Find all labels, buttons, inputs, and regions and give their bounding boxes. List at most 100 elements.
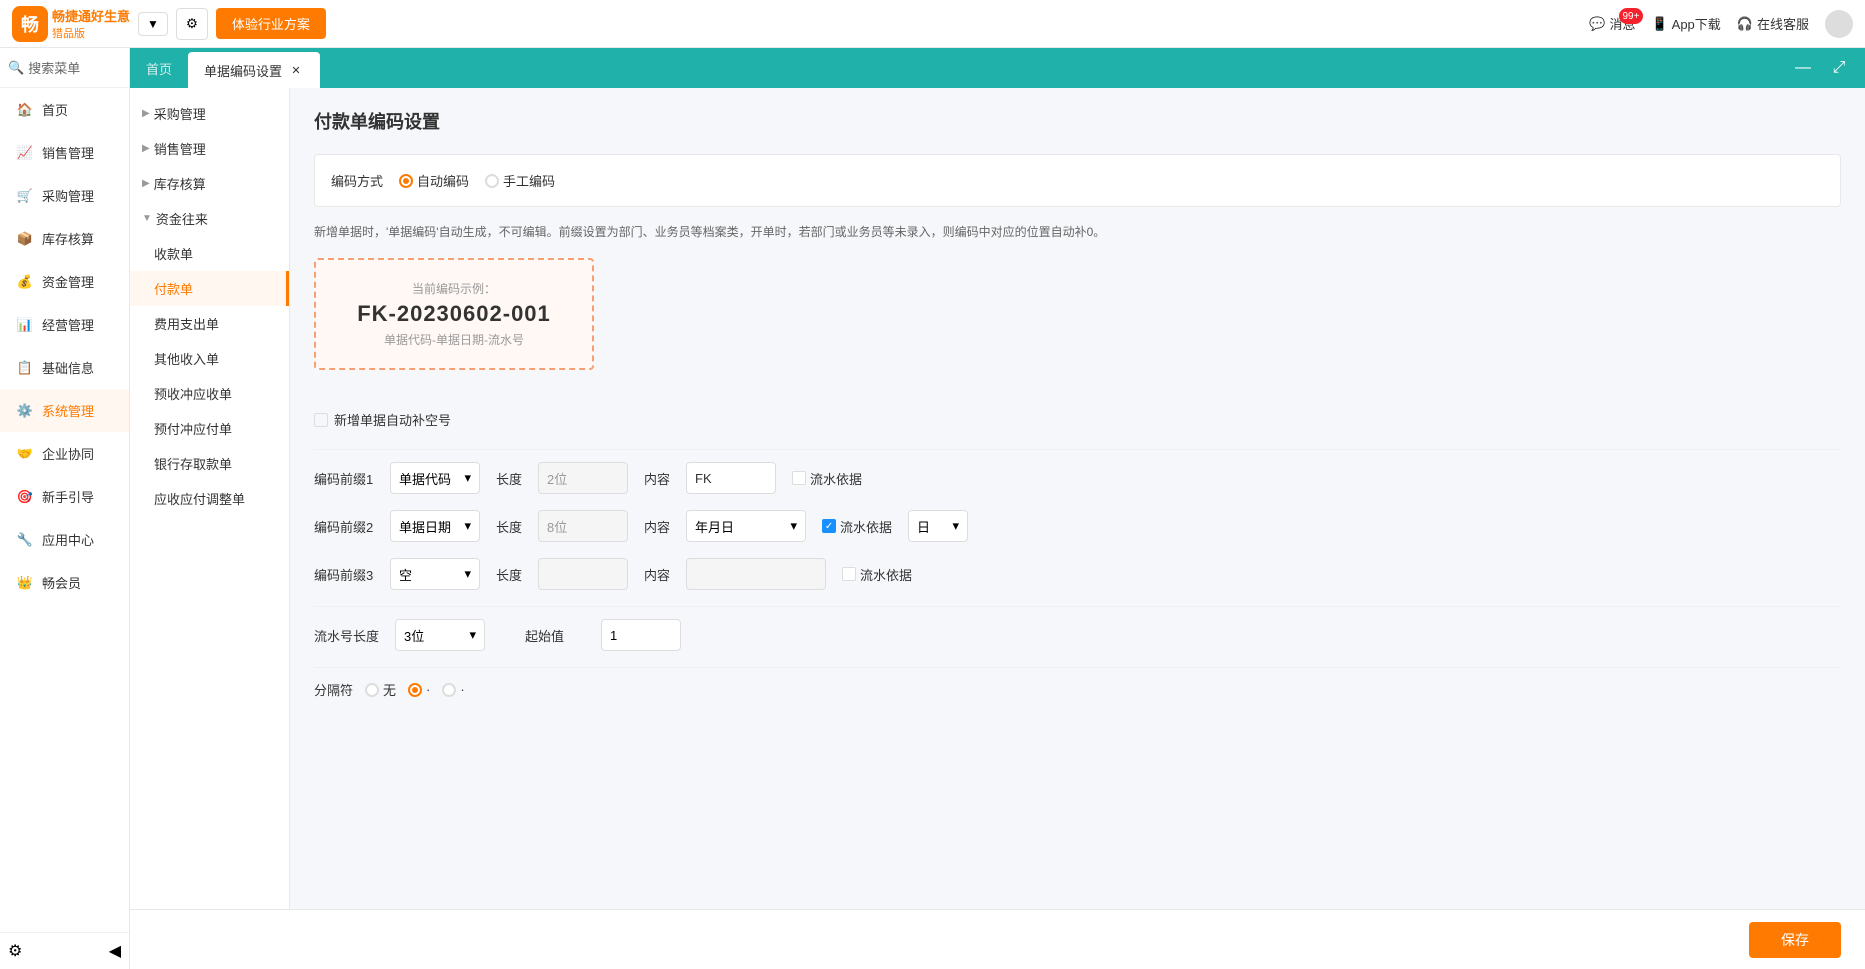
prefix3-serial-checkbox[interactable]: 流水依据	[842, 565, 912, 584]
purchase-icon: 🛒	[16, 187, 34, 205]
prefix2-serial-unit-select[interactable]: 日 ▾	[908, 510, 968, 542]
operations-icon: 📊	[16, 316, 34, 334]
sidebar-item-home[interactable]: 🏠 首页	[0, 88, 129, 131]
current-code-label: 当前编码示例：	[336, 280, 572, 297]
prefix3-length-input	[538, 558, 628, 590]
sidebar-item-inventory[interactable]: 📦 库存核算	[0, 217, 129, 260]
submenu-group-sales: ▶ 销售管理	[130, 131, 289, 166]
prefix1-select[interactable]: 单据代码 ▾	[390, 462, 480, 494]
separator-dash-btn[interactable]	[442, 683, 456, 697]
sidebar-item-enterprise[interactable]: 🤝 企业协同	[0, 432, 129, 475]
code-preview-main: FK-20230602-001	[336, 301, 572, 327]
separator-none-radio[interactable]: 无	[365, 680, 396, 699]
sidebar-item-basic-info[interactable]: 📋 基础信息	[0, 346, 129, 389]
coding-method-row: 编码方式 自动编码 手工编码	[331, 171, 1824, 190]
auto-code-radio-btn[interactable]	[399, 174, 413, 188]
submenu-group-inventory-title[interactable]: ▶ 库存核算	[130, 166, 289, 201]
tab-code-settings[interactable]: 单据编码设置 ✕	[188, 52, 320, 88]
coding-method-radio-group: 自动编码 手工编码	[399, 171, 555, 190]
basic-info-icon: 📋	[16, 359, 34, 377]
message-badge: 99+	[1619, 8, 1644, 24]
sidebar-bottom: ⚙ ◀	[0, 932, 129, 969]
manual-code-radio-btn[interactable]	[485, 174, 499, 188]
submenu-group-sales-title[interactable]: ▶ 销售管理	[130, 131, 289, 166]
serial-length-row: 流水号长度 3位 ▾ 起始值	[314, 619, 1841, 651]
tab-home[interactable]: 首页	[130, 48, 188, 88]
code-preview-sub: 单据代码-单据日期-流水号	[336, 331, 572, 348]
sidebar-item-guide[interactable]: 🎯 新手引导	[0, 475, 129, 518]
brand: 畅 畅捷通好生意 猎品版	[12, 6, 130, 42]
save-button[interactable]: 保存	[1749, 922, 1841, 958]
company-dropdown[interactable]: ▼	[138, 12, 168, 36]
coding-method-card: 编码方式 自动编码 手工编码	[314, 154, 1841, 207]
separator-none-btn[interactable]	[365, 683, 379, 697]
prefix3-content-input	[686, 558, 826, 590]
submenu-item-bank[interactable]: 银行存取款单	[130, 446, 289, 481]
sidebar-item-system[interactable]: ⚙️ 系统管理	[0, 389, 129, 432]
serial-length-select[interactable]: 3位 ▾	[395, 619, 485, 651]
start-value-input[interactable]	[601, 619, 681, 651]
tab-minimize-button[interactable]: —	[1789, 54, 1817, 82]
chevron-down-icon-prefix2-content: ▾	[791, 518, 798, 534]
submenu-group-purchase-title[interactable]: ▶ 采购管理	[130, 96, 289, 131]
tab-bar: 首页 单据编码设置 ✕ — ⤢	[130, 48, 1865, 88]
top-bar-right: 💬 消息 99+ 📱 App下载 🎧 在线客服	[1589, 10, 1853, 38]
divider-1	[314, 449, 1841, 450]
submenu-item-ar-ap-adjust[interactable]: 应收应付调整单	[130, 481, 289, 516]
manual-code-radio[interactable]: 手工编码	[485, 171, 555, 190]
submenu-item-prepay-ap[interactable]: 预付冲应付单	[130, 411, 289, 446]
prefix3-serial-check[interactable]	[842, 567, 856, 581]
auto-fill-checkbox[interactable]	[314, 413, 328, 427]
tab-maximize-button[interactable]: ⤢	[1825, 54, 1853, 82]
submenu-item-other-income[interactable]: 其他收入单	[130, 341, 289, 376]
sidebar-item-apps[interactable]: 🔧 应用中心	[0, 518, 129, 561]
guide-icon: 🎯	[16, 488, 34, 506]
top-bar: 畅 畅捷通好生意 猎品版 ▼ ⚙ 体验行业方案 💬 消息 99+ 📱 App下载…	[0, 0, 1865, 48]
sidebar-search[interactable]: 🔍 搜索菜单	[0, 48, 129, 88]
submenu: ▶ 采购管理 ▶ 销售管理 ▶ 库存核算	[130, 88, 290, 909]
info-text: 新增单据时，'单据编码'自动生成，不可编辑。前缀设置为部门、业务员等档案类，开单…	[314, 223, 1841, 242]
sidebar-item-purchase[interactable]: 🛒 采购管理	[0, 174, 129, 217]
message-item[interactable]: 💬 消息 99+	[1589, 14, 1635, 33]
settings-button[interactable]: ⚙	[176, 8, 208, 40]
sidebar: 🔍 搜索菜单 🏠 首页 📈 销售管理 🛒 采购管理 📦 库存核算 💰	[0, 48, 130, 969]
sidebar-item-membership[interactable]: 👑 畅会员	[0, 561, 129, 604]
collapse-icon[interactable]: ◀	[109, 941, 121, 961]
separator-dot-btn[interactable]	[408, 683, 422, 697]
tab-close-button[interactable]: ✕	[288, 62, 304, 78]
message-icon: 💬	[1589, 16, 1605, 32]
brand-icon: 畅	[12, 6, 48, 42]
submenu-item-prepay-ar[interactable]: 预收冲应收单	[130, 376, 289, 411]
experience-button[interactable]: 体验行业方案	[216, 8, 326, 39]
prefix2-select[interactable]: 单据日期 ▾	[390, 510, 480, 542]
prefix1-content-input: FK	[686, 462, 776, 494]
inventory-icon: 📦	[16, 230, 34, 248]
sidebar-item-sales[interactable]: 📈 销售管理	[0, 131, 129, 174]
chevron-down-icon-prefix3: ▾	[464, 566, 471, 582]
chevron-down-icon: ▼	[142, 213, 152, 224]
prefix1-serial-check[interactable]	[792, 471, 806, 485]
sidebar-item-finance[interactable]: 💰 资金管理	[0, 260, 129, 303]
separator-dot-radio[interactable]: ·	[408, 682, 430, 697]
prefix2-serial-check[interactable]: ✓	[822, 519, 836, 533]
submenu-item-receipt[interactable]: 收款单	[130, 236, 289, 271]
app-download-item[interactable]: 📱 App下载	[1651, 14, 1720, 33]
prefix2-serial-checkbox[interactable]: ✓ 流水依据	[822, 517, 892, 536]
auto-code-radio[interactable]: 自动编码	[399, 171, 469, 190]
auto-fill-row: 新增单据自动补空号	[314, 410, 1841, 429]
code-preview: 当前编码示例： FK-20230602-001 单据代码-单据日期-流水号	[314, 258, 594, 370]
user-avatar[interactable]	[1825, 10, 1853, 38]
submenu-group-finance-title[interactable]: ▼ 资金往来	[130, 201, 289, 236]
sidebar-item-operations[interactable]: 📊 经营管理	[0, 303, 129, 346]
prefix2-content-select[interactable]: 年月日 ▾	[686, 510, 806, 542]
submenu-item-payment[interactable]: 付款单	[130, 271, 289, 306]
separator-dash-radio[interactable]: ·	[442, 682, 464, 697]
prefix2-row: 编码前缀2 单据日期 ▾ 长度 8位 内容 年月日 ▾ ✓	[314, 510, 1841, 542]
settings-icon[interactable]: ⚙	[8, 941, 22, 961]
finance-icon: 💰	[16, 273, 34, 291]
submenu-item-expense[interactable]: 费用支出单	[130, 306, 289, 341]
service-item[interactable]: 🎧 在线客服	[1737, 14, 1809, 33]
prefix3-select[interactable]: 空 ▾	[390, 558, 480, 590]
sidebar-nav: 🏠 首页 📈 销售管理 🛒 采购管理 📦 库存核算 💰 资金管理 📊 经	[0, 88, 129, 932]
prefix1-serial-checkbox[interactable]: 流水依据	[792, 469, 862, 488]
